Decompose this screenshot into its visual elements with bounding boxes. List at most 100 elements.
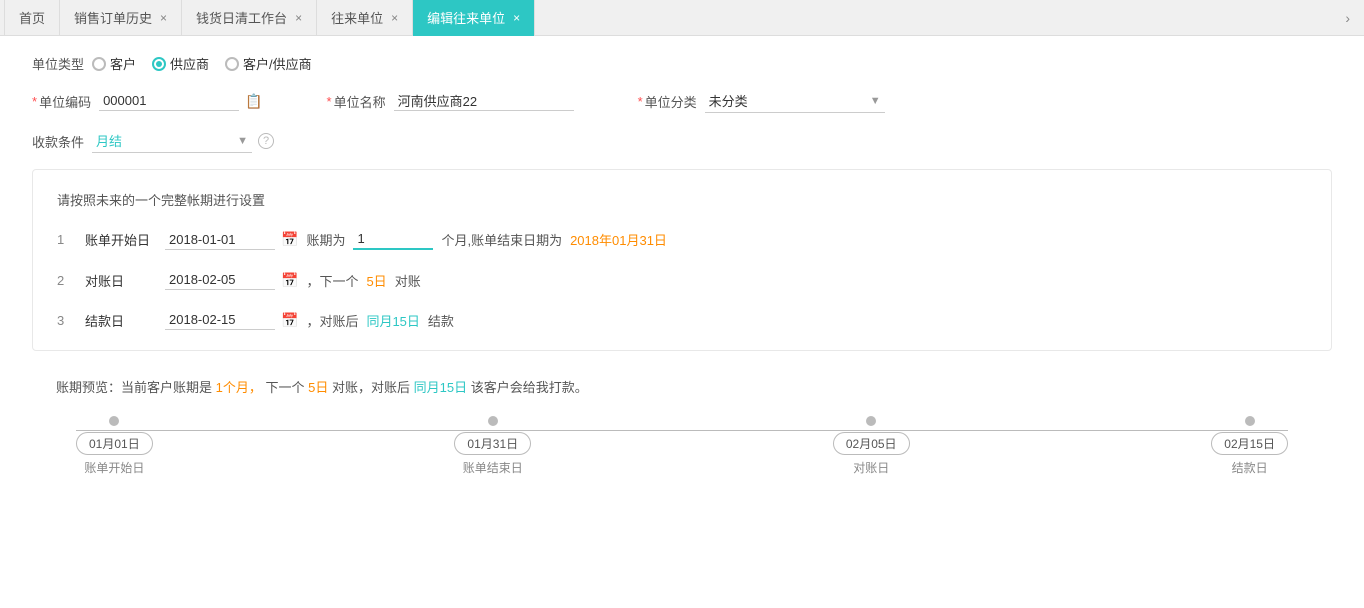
unit-category-value: 未分类 (705, 89, 866, 112)
tab-edit-partner-label: 编辑往来单位 (427, 8, 505, 27)
unit-code-item: * 单位编码 📋 (32, 91, 263, 111)
tab-partner-close[interactable]: × (391, 11, 398, 25)
radio-both-circle (225, 57, 239, 71)
node-2-dot (488, 416, 498, 426)
reconcile-date-input[interactable] (165, 270, 275, 290)
tab-sales-order-close[interactable]: × (160, 11, 167, 25)
timeline-node-2: 01月31日 账单结束日 (454, 416, 531, 476)
timeline-node-4: 02月15日 结款日 (1211, 416, 1288, 476)
unit-name-input[interactable] (394, 91, 574, 111)
tab-sales-order[interactable]: 销售订单历史 × (60, 0, 182, 36)
unit-code-input[interactable] (99, 91, 239, 111)
radio-customer-circle (92, 57, 106, 71)
timeline-line (76, 430, 1288, 431)
timeline-node-3: 02月05日 对账日 (833, 416, 910, 476)
payment-label: 收款条件 (32, 132, 84, 151)
tab-home-label: 首页 (19, 8, 45, 27)
node-1-badge: 01月01日 (76, 432, 153, 455)
tab-bar: 首页 销售订单历史 × 钱货日清工作台 × 往来单位 × 编辑往来单位 × › (0, 0, 1364, 36)
node-2-label: 账单结束日 (463, 459, 523, 476)
row-2-num: 2 (57, 273, 85, 288)
unit-category-label: 单位分类 (645, 92, 697, 111)
preview-mid2: 对账，对账后 (332, 380, 410, 395)
tab-cash-work[interactable]: 钱货日清工作台 × (182, 0, 317, 36)
main-content: 单位类型 客户 供应商 客户/供应商 * 单位编码 (0, 36, 1364, 608)
tab-sales-order-label: 销售订单历史 (74, 8, 152, 27)
timeline: 01月01日 账单开始日 01月31日 账单结束日 02月05日 对账日 (56, 416, 1308, 476)
tab-partner-label: 往来单位 (331, 8, 383, 27)
unit-category-item: * 单位分类 未分类 ▼ (638, 89, 885, 113)
row-3-sep: ，对账后 (306, 311, 358, 330)
start-date-input[interactable] (165, 230, 275, 250)
unit-category-dropdown[interactable]: 未分类 ▼ (705, 89, 885, 113)
row-2-label: 对账日 (85, 271, 165, 290)
payment-row: 收款条件 月结 ▼ ? (32, 129, 1332, 153)
tab-scroll-arrow[interactable]: › (1335, 10, 1360, 26)
tab-edit-partner[interactable]: 编辑往来单位 × (413, 0, 535, 36)
row-3-label: 结款日 (85, 311, 165, 330)
row-3-num: 3 (57, 313, 85, 328)
radio-supplier-label: 供应商 (170, 54, 209, 73)
start-date-cal-icon[interactable]: 📅 (281, 231, 298, 248)
node-4-badge: 02月15日 (1211, 432, 1288, 455)
tab-home[interactable]: 首页 (4, 0, 60, 36)
row-1-label: 账单开始日 (85, 230, 165, 249)
node-1-label: 账单开始日 (84, 459, 144, 476)
preview-val2: 5日 (308, 380, 328, 395)
payment-date-input[interactable] (165, 310, 275, 330)
tab-partner[interactable]: 往来单位 × (317, 0, 413, 36)
row-1-period-unit: 个月,账单结束日期为 (441, 230, 562, 249)
radio-customer[interactable]: 客户 (92, 54, 136, 73)
settings-section: 请按照未来的一个完整帐期进行设置 1 账单开始日 📅 账期为 个月,账单结束日期… (32, 169, 1332, 351)
unit-name-label: 单位名称 (334, 92, 386, 111)
unit-code-star: * (32, 94, 37, 109)
unit-info-row: * 单位编码 📋 * 单位名称 * 单位分类 未分类 ▼ (32, 89, 1332, 113)
unit-category-arrow-icon: ▼ (866, 95, 885, 107)
payment-date-cal-icon[interactable]: 📅 (281, 312, 298, 329)
row-2-suffix: 对账 (395, 271, 421, 290)
node-3-dot (866, 416, 876, 426)
payment-dropdown[interactable]: 月结 ▼ (92, 129, 252, 153)
row-3-highlight2: 同月15日 (366, 311, 419, 330)
setting-row-3: 3 结款日 📅 ，对账后 同月15日 结款 (57, 310, 1307, 330)
timeline-nodes: 01月01日 账单开始日 01月31日 账单结束日 02月05日 对账日 (76, 416, 1288, 476)
row-2-sep: ，下一个 (306, 271, 358, 290)
preview-text: 账期预览：当前客户账期是 1个月， 下一个 5日 对账，对账后 同月15日 该客… (56, 377, 1308, 396)
payment-dropdown-arrow-icon: ▼ (233, 135, 252, 147)
radio-customer-label: 客户 (110, 54, 136, 73)
radio-both[interactable]: 客户/供应商 (225, 54, 312, 73)
unit-type-row: 单位类型 客户 供应商 客户/供应商 (32, 54, 1332, 73)
preview-suffix: 该客户会给我打款。 (471, 380, 588, 395)
node-2-badge: 01月31日 (454, 432, 531, 455)
unit-name-star: * (327, 94, 332, 109)
radio-supplier[interactable]: 供应商 (152, 54, 209, 73)
unit-code-calendar-icon[interactable]: 📋 (245, 93, 262, 110)
node-4-label: 结款日 (1232, 459, 1268, 476)
preview-prefix: 账期预览：当前客户账期是 (56, 380, 212, 395)
payment-item: 收款条件 月结 ▼ ? (32, 129, 274, 153)
node-3-label: 对账日 (853, 459, 889, 476)
row-3-suffix: 结款 (428, 311, 454, 330)
timeline-node-1: 01月01日 账单开始日 (76, 416, 153, 476)
row-1-separator: 账期为 (306, 230, 345, 249)
payment-value: 月结 (92, 129, 233, 152)
preview-section: 账期预览：当前客户账期是 1个月， 下一个 5日 对账，对账后 同月15日 该客… (32, 367, 1332, 492)
reconcile-date-cal-icon[interactable]: 📅 (281, 272, 298, 289)
unit-code-label: 单位编码 (39, 92, 91, 111)
preview-val1: 1个月， (216, 380, 262, 395)
period-input[interactable] (353, 229, 433, 250)
unit-type-item: 单位类型 客户 供应商 客户/供应商 (32, 54, 312, 73)
help-icon[interactable]: ? (258, 133, 274, 149)
radio-both-label: 客户/供应商 (243, 54, 312, 73)
radio-supplier-circle (152, 57, 166, 71)
unit-type-radio-group: 客户 供应商 客户/供应商 (92, 54, 312, 73)
unit-type-label: 单位类型 (32, 54, 84, 73)
tab-cash-work-close[interactable]: × (295, 11, 302, 25)
tab-cash-work-label: 钱货日清工作台 (196, 8, 287, 27)
unit-name-item: * 单位名称 (327, 91, 574, 111)
tab-edit-partner-close[interactable]: × (513, 11, 520, 25)
section-title: 请按照未来的一个完整帐期进行设置 (57, 190, 1307, 209)
row-1-highlight: 2018年01月31日 (570, 230, 667, 249)
setting-row-2: 2 对账日 📅 ，下一个 5日 对账 (57, 270, 1307, 290)
preview-val3: 同月15日 (414, 380, 467, 395)
